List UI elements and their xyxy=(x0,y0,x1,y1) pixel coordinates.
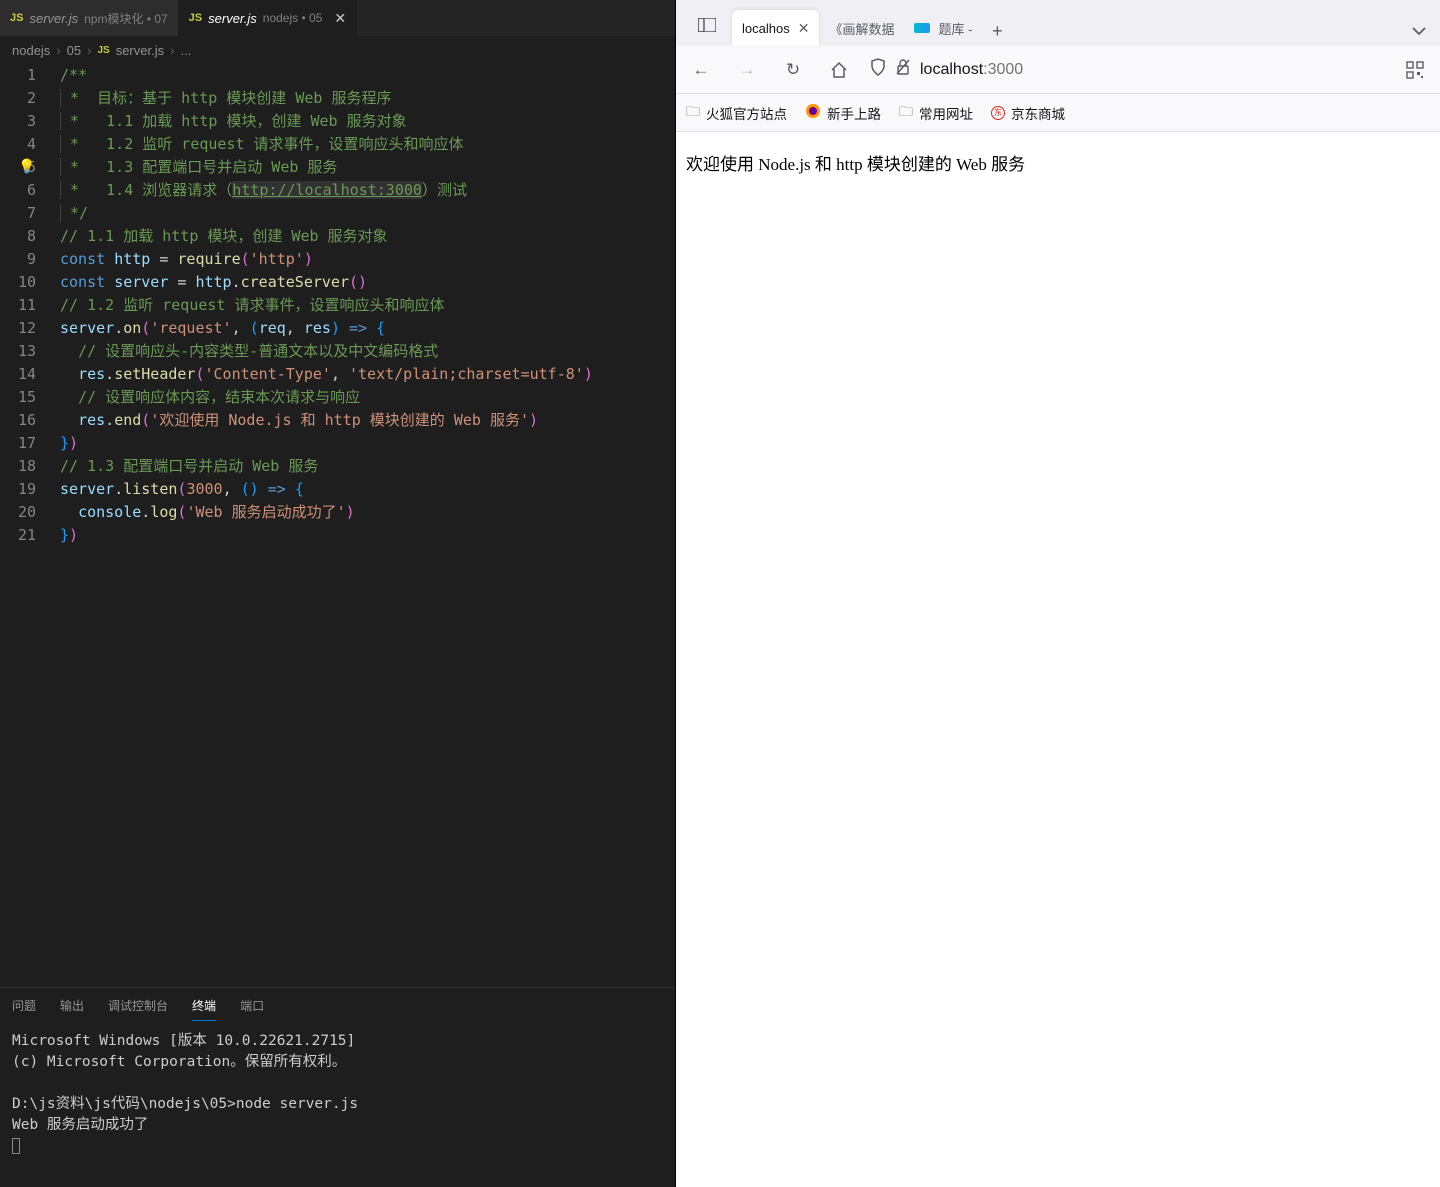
tabs-overflow-button[interactable] xyxy=(1404,16,1434,46)
browser-window: localhos ✕ 《画解数据 题库 - + ← → ↻ xyxy=(675,0,1440,1187)
lightbulb-icon[interactable]: 💡 xyxy=(18,156,35,179)
js-icon: JS xyxy=(189,12,202,24)
tab-context: nodejs • 05 xyxy=(263,11,323,25)
code-line[interactable]: server.listen(3000, () => { xyxy=(60,478,675,501)
tab-label: 题库 - xyxy=(938,19,972,38)
browser-toolbar: ← → ↻ localhost:3000 xyxy=(676,46,1440,94)
code-line[interactable]: */ xyxy=(60,202,675,225)
code-line[interactable]: server.on('request', (req, res) => { xyxy=(60,317,675,340)
breadcrumb-segment[interactable]: server.js xyxy=(116,43,164,58)
code-line[interactable]: res.end('欢迎使用 Node.js 和 http 模块创建的 Web 服… xyxy=(60,409,675,432)
reload-button[interactable]: ↻ xyxy=(778,55,808,85)
code-line[interactable]: // 1.1 加载 http 模块，创建 Web 服务对象 xyxy=(60,225,675,248)
code-line[interactable]: }) xyxy=(60,432,675,455)
vscode-editor: JS server.js npm模块化 • 07 JS server.js no… xyxy=(0,0,675,1187)
new-tab-button[interactable]: + xyxy=(982,16,1012,46)
browser-tab-localhost[interactable]: localhos ✕ xyxy=(732,10,819,46)
editor-tabs: JS server.js npm模块化 • 07 JS server.js no… xyxy=(0,0,675,36)
code-line[interactable]: const http = require('http') xyxy=(60,248,675,271)
breadcrumb[interactable]: nodejs › 05 › JS server.js › ... xyxy=(0,36,675,64)
tab-problems[interactable]: 问题 xyxy=(12,991,36,1020)
bookmark-label: 京东商城 xyxy=(1011,103,1065,123)
code-line[interactable]: const server = http.createServer() xyxy=(60,271,675,294)
js-icon: JS xyxy=(10,12,23,24)
bookmark-common-urls[interactable]: 🗀 常用网址 xyxy=(899,101,973,125)
bookmark-getting-started[interactable]: 新手上路 xyxy=(805,103,881,123)
bookmark-label: 常用网址 xyxy=(919,103,973,123)
code-line[interactable]: /** xyxy=(60,64,675,87)
folder-icon: 🗀 xyxy=(686,101,700,125)
code-editor[interactable]: 123456789101112131415161718192021 /** * … xyxy=(0,64,675,987)
code-line[interactable]: * 目标：基于 http 模块创建 Web 服务程序 xyxy=(60,87,675,110)
browser-tab-strip: localhos ✕ 《画解数据 题库 - + xyxy=(676,0,1440,46)
forward-button[interactable]: → xyxy=(732,55,762,85)
code-line[interactable]: console.log('Web 服务启动成功了') xyxy=(60,501,675,524)
bookmark-jd[interactable]: 东 京东商城 xyxy=(991,103,1065,123)
favicon-icon xyxy=(914,23,930,33)
terminal-panel: 问题 输出 调试控制台 终端 端口 Microsoft Windows [版本 … xyxy=(0,987,675,1187)
close-icon[interactable]: ✕ xyxy=(334,10,346,27)
code-line[interactable]: // 1.3 配置端口号并启动 Web 服务 xyxy=(60,455,675,478)
code-line[interactable]: * 1.4 浏览器请求（http://localhost:3000）测试 xyxy=(60,179,675,202)
tab-output[interactable]: 输出 xyxy=(60,991,84,1020)
firefox-view-icon[interactable] xyxy=(688,10,726,40)
jd-icon: 东 xyxy=(991,106,1005,120)
folder-icon: 🗀 xyxy=(899,101,913,125)
tab-debug-console[interactable]: 调试控制台 xyxy=(108,991,168,1020)
line-gutter: 123456789101112131415161718192021 xyxy=(0,64,56,987)
page-content: 欢迎使用 Node.js 和 http 模块创建的 Web 服务 xyxy=(676,132,1440,193)
browser-tab-3[interactable]: 题库 - xyxy=(904,10,982,46)
code-line[interactable]: * 1.1 加载 http 模块，创建 Web 服务对象 xyxy=(60,110,675,133)
tab-context: npm模块化 • 07 xyxy=(84,10,168,27)
bookmark-label: 火狐官方站点 xyxy=(706,103,787,123)
close-icon[interactable]: ✕ xyxy=(798,20,810,37)
code-line[interactable]: // 1.2 监听 request 请求事件，设置响应头和响应体 xyxy=(60,294,675,317)
tab-terminal[interactable]: 终端 xyxy=(192,991,216,1021)
chevron-right-icon: › xyxy=(87,43,91,58)
breadcrumb-segment[interactable]: 05 xyxy=(67,43,81,58)
tab-label: localhos xyxy=(742,21,790,36)
code-line[interactable]: res.setHeader('Content-Type', 'text/plai… xyxy=(60,363,675,386)
tab-server-js-07[interactable]: JS server.js npm模块化 • 07 xyxy=(0,0,179,36)
browser-tab-2[interactable]: 《画解数据 xyxy=(819,10,904,46)
lock-icon[interactable] xyxy=(896,59,910,80)
chevron-right-icon: › xyxy=(170,43,174,58)
breadcrumb-segment[interactable]: nodejs xyxy=(12,43,50,58)
terminal-body[interactable]: Microsoft Windows [版本 10.0.22621.2715] (… xyxy=(0,1023,675,1187)
bookmark-firefox-official[interactable]: 🗀 火狐官方站点 xyxy=(686,101,787,125)
js-icon: JS xyxy=(97,45,109,56)
code-line[interactable]: 💡 * 1.3 配置端口号并启动 Web 服务 xyxy=(60,156,675,179)
tab-filename: server.js xyxy=(208,11,257,26)
tab-ports[interactable]: 端口 xyxy=(240,991,264,1020)
breadcrumb-overflow[interactable]: ... xyxy=(180,43,191,58)
url-host: localhost xyxy=(920,61,983,78)
code-line[interactable]: // 设置响应头-内容类型-普通文本以及中文编码格式 xyxy=(60,340,675,363)
bookmark-label: 新手上路 xyxy=(827,103,881,123)
qr-button[interactable] xyxy=(1400,55,1430,85)
tab-label: 《画解数据 xyxy=(829,19,894,38)
tab-filename: server.js xyxy=(29,11,78,26)
chevron-right-icon: › xyxy=(56,43,60,58)
code-content[interactable]: /** * 目标：基于 http 模块创建 Web 服务程序 * 1.1 加载 … xyxy=(56,64,675,987)
url-port: :3000 xyxy=(983,61,1023,78)
url-bar[interactable]: localhost:3000 xyxy=(870,58,1384,81)
back-button[interactable]: ← xyxy=(686,55,716,85)
home-button[interactable] xyxy=(824,55,854,85)
firefox-icon xyxy=(805,103,821,122)
terminal-tabs: 问题 输出 调试控制台 终端 端口 xyxy=(0,988,675,1023)
code-line[interactable]: // 设置响应体内容，结束本次请求与响应 xyxy=(60,386,675,409)
code-line[interactable]: }) xyxy=(60,524,675,547)
bookmarks-bar: 🗀 火狐官方站点 新手上路 🗀 常用网址 东 京东商城 xyxy=(676,94,1440,132)
tab-server-js-05[interactable]: JS server.js nodejs • 05 ✕ xyxy=(179,0,357,36)
code-line[interactable]: * 1.2 监听 request 请求事件，设置响应头和响应体 xyxy=(60,133,675,156)
shield-icon[interactable] xyxy=(870,58,886,81)
